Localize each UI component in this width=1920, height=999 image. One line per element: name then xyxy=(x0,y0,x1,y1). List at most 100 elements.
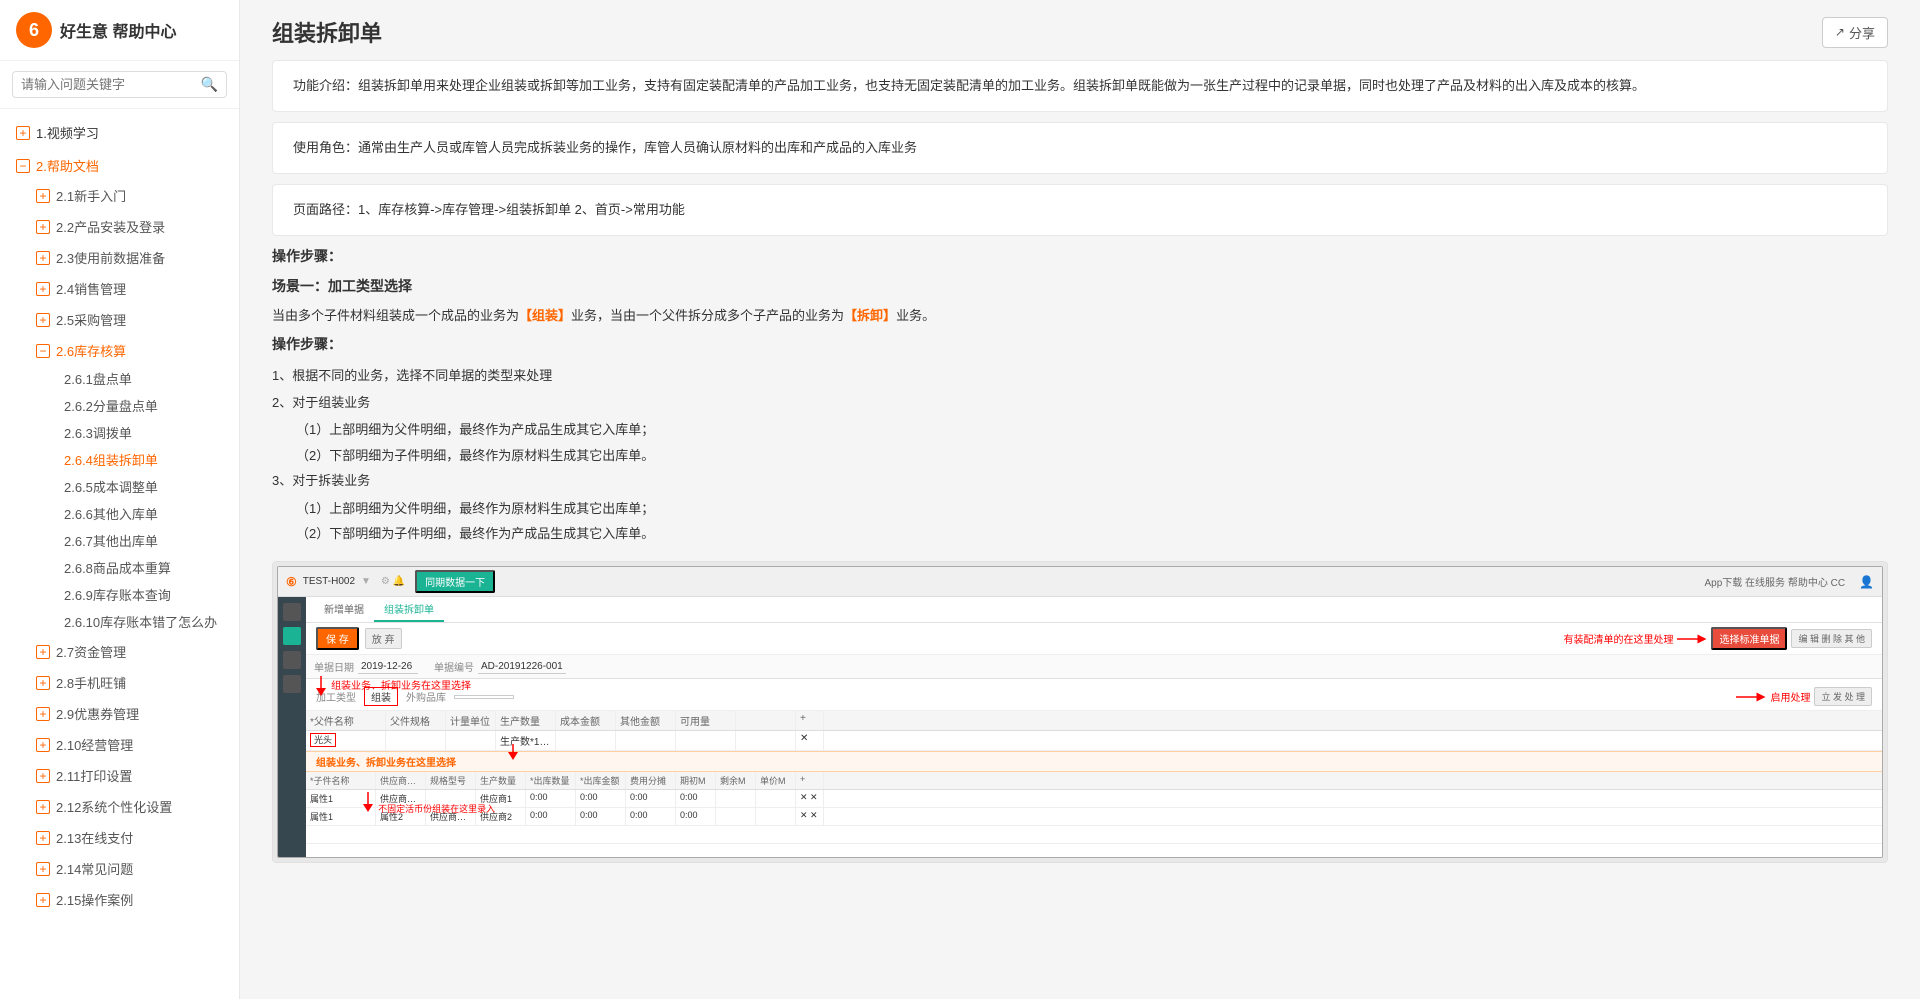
sidebar-item-22[interactable]: + 2.2产品安装及登录 xyxy=(36,212,239,241)
sidebar-item-214-label: 2.14常见问题 xyxy=(56,859,133,878)
plus-icon-25: + xyxy=(36,313,50,327)
sidebar-item-269[interactable]: 2.6.9库存账本查询 xyxy=(56,581,239,608)
sidebar-item-211-label: 2.11打印设置 xyxy=(56,766,132,785)
sidebar-item-266[interactable]: 2.6.6其他入库单 xyxy=(56,500,239,527)
nav-sub-section-215: + 2.15操作案例 xyxy=(36,885,239,914)
ss-lr1-oq: 0:00 xyxy=(526,790,576,807)
sidebar-item-265[interactable]: 2.6.5成本调整单 xyxy=(56,473,239,500)
ss-dropdown-arrow: ▼ xyxy=(361,576,371,587)
ss-upper-cell-unit xyxy=(446,731,496,750)
sidebar-item-210[interactable]: + 2.10经营管理 xyxy=(36,730,239,759)
ss-tab-assembly[interactable]: 组装拆卸单 xyxy=(374,597,444,622)
share-icon: ↗ xyxy=(1835,25,1845,39)
share-button[interactable]: ↗ 分享 xyxy=(1822,17,1888,48)
minus-icon-26: − xyxy=(36,344,50,358)
plus-icon-24: + xyxy=(36,282,50,296)
sidebar-item-video[interactable]: + 1.视频学习 xyxy=(0,117,239,148)
ss-col-init-m: 期初M xyxy=(676,772,716,789)
ss-select-standard-btn[interactable]: 选择标准单据 xyxy=(1711,627,1787,650)
ss-annotation3-text: 启用处理 xyxy=(1770,689,1810,704)
ss-extra-btn[interactable]: 编 辑 删 除 其 他 xyxy=(1791,629,1872,648)
ss-date-label: 单据日期 xyxy=(314,659,354,674)
sidebar-item-2610[interactable]: 2.6.10库存账本错了怎么办 xyxy=(56,608,239,635)
ss-col-prod-qty: 生产数量 xyxy=(496,711,556,730)
ss-no-label: 单据编号 xyxy=(434,659,474,674)
ss-cancel-btn[interactable]: 放 弃 xyxy=(365,628,402,649)
ss-type-row: 加工类型 组装 外购品库 启用处理 立 发 处 理 xyxy=(306,679,1882,711)
ss-section-label: 组装业务、拆卸业务在这里选择 xyxy=(316,754,456,769)
sidebar-item-26[interactable]: − 2.6库存核算 xyxy=(36,336,239,365)
step1: 1、根据不同的业务，选择不同单据的类型来处理 xyxy=(272,364,1888,387)
logo-icon: 6 xyxy=(16,12,52,48)
ss-lr2-al: 0:00 xyxy=(626,808,676,825)
ss-col-avail: 可用量 xyxy=(676,711,736,730)
sidebar-item-25[interactable]: + 2.5采购管理 xyxy=(36,305,239,334)
step2-sub2: （2）下部明细为子件明细，最终作为原材料生成其它出库单。 xyxy=(272,444,1888,467)
sidebar-item-28[interactable]: + 2.8手机旺铺 xyxy=(36,668,239,697)
nav-sub-section-211: + 2.11打印设置 xyxy=(36,761,239,790)
ss-annotation1-text: 有装配清单的在这里处理 xyxy=(1563,631,1673,646)
ss-icons: ⚙ 🔔 xyxy=(381,576,405,587)
sidebar-item-docs-label: 2.帮助文档 xyxy=(36,156,99,175)
search-icon[interactable]: 🔍 xyxy=(201,76,218,93)
ss-lr1-oa: 0:00 xyxy=(576,790,626,807)
sidebar-item-261[interactable]: 2.6.1盘点单 xyxy=(56,365,239,392)
screenshot-window: ⑥ TEST-H002 ▼ ⚙ 🔔 同期数据一下 App下载 在线服务 帮助中心… xyxy=(277,566,1883,858)
op-steps-label2: 操作步骤： xyxy=(272,334,1888,354)
sidebar-item-docs[interactable]: − 2.帮助文档 xyxy=(0,150,239,181)
sidebar-item-215[interactable]: + 2.15操作案例 xyxy=(36,885,239,914)
sidebar-item-29[interactable]: + 2.9优惠券管理 xyxy=(36,699,239,728)
plus-icon-23: + xyxy=(36,251,50,265)
sidebar-item-210-label: 2.10经营管理 xyxy=(56,735,133,754)
sidebar-item-214[interactable]: + 2.14常见问题 xyxy=(36,854,239,883)
sidebar-item-211[interactable]: + 2.11打印设置 xyxy=(36,761,239,790)
ss-col-out-qty: *出库数量 xyxy=(526,772,576,789)
sidebar-item-212[interactable]: + 2.12系统个性化设置 xyxy=(36,792,239,821)
ss-upper-cell-qty: 生产数*1.00 xyxy=(496,731,556,750)
ss-tab-new[interactable]: 新增单据 xyxy=(314,597,374,622)
sidebar-item-23[interactable]: + 2.3使用前数据准备 xyxy=(36,243,239,272)
ss-form-no: 单据编号 AD-20191226-001 xyxy=(434,659,566,674)
search-box[interactable]: 🔍 xyxy=(12,71,227,98)
ss-nav-icon-3 xyxy=(283,651,301,669)
ss-upper-row-1: 光头 生产数*1.00 ✕ xyxy=(306,731,1882,751)
nav-deep-items-26: 2.6.1盘点单 2.6.2分量盘点单 2.6.3调拨单 2.6.4组装拆卸单 … xyxy=(36,365,239,635)
nav-sub-section-27: + 2.7资金管理 xyxy=(36,637,239,666)
ss-col-prod-qty2: 生产数量 xyxy=(476,772,526,789)
ss-col-parent-name: *父件名称 xyxy=(306,711,386,730)
ss-save-btn[interactable]: 保 存 xyxy=(316,627,359,650)
ss-nav-icon-4 xyxy=(283,675,301,693)
ss-apply-btn[interactable]: 立 发 处 理 xyxy=(1814,687,1872,706)
sidebar-item-213[interactable]: + 2.13在线支付 xyxy=(36,823,239,852)
share-label: 分享 xyxy=(1849,23,1875,42)
nav-sub-section-22: + 2.2产品安装及登录 xyxy=(36,212,239,241)
logo-text: 好生意 帮助中心 xyxy=(60,18,176,42)
sidebar-item-262[interactable]: 2.6.2分量盘点单 xyxy=(56,392,239,419)
nav-section-docs: − 2.帮助文档 + 2.1新手入门 + 2.2产品安装及登录 xyxy=(0,150,239,914)
intro-box-2: 使用角色：通常由生产人员或库管人员完成拆装业务的操作，库管人员确认原材料的出库和… xyxy=(272,122,1888,174)
plus-icon-22: + xyxy=(36,220,50,234)
intro-box-1: 功能介绍：组装拆卸单用来处理企业组装或拆卸等加工业务，支持有固定装配清单的产品加… xyxy=(272,60,1888,112)
ss-btn-teal[interactable]: 同期数据一下 xyxy=(415,570,495,593)
sidebar-item-267[interactable]: 2.6.7其他出库单 xyxy=(56,527,239,554)
search-input[interactable] xyxy=(21,77,201,92)
ss-lr1-rm xyxy=(716,790,756,807)
ss-upper-cell-avail xyxy=(676,731,736,750)
ss-col-op: + xyxy=(796,711,824,730)
ss-annotation3-area: 启用处理 立 发 处 理 xyxy=(1736,687,1872,706)
sidebar-item-29-label: 2.9优惠券管理 xyxy=(56,704,139,723)
sidebar-item-268[interactable]: 2.6.8商品成本重算 xyxy=(56,554,239,581)
ss-left-nav xyxy=(278,597,306,857)
ss-arrow1 xyxy=(1677,633,1707,645)
ss-col-price: 单价M xyxy=(756,772,796,789)
sidebar-item-24[interactable]: + 2.4销售管理 xyxy=(36,274,239,303)
sidebar-item-21[interactable]: + 2.1新手入门 xyxy=(36,181,239,210)
nav-sub-section-210: + 2.10经营管理 xyxy=(36,730,239,759)
sidebar-item-263[interactable]: 2.6.3调拨单 xyxy=(56,419,239,446)
sidebar-item-264[interactable]: 2.6.4组装拆卸单 xyxy=(56,446,239,473)
plus-icon-213: + xyxy=(36,831,50,845)
plus-icon: + xyxy=(16,126,30,140)
ss-col-alloc: 费用分摊 xyxy=(626,772,676,789)
ss-logo: ⑥ xyxy=(286,575,297,589)
sidebar-item-27[interactable]: + 2.7资金管理 xyxy=(36,637,239,666)
